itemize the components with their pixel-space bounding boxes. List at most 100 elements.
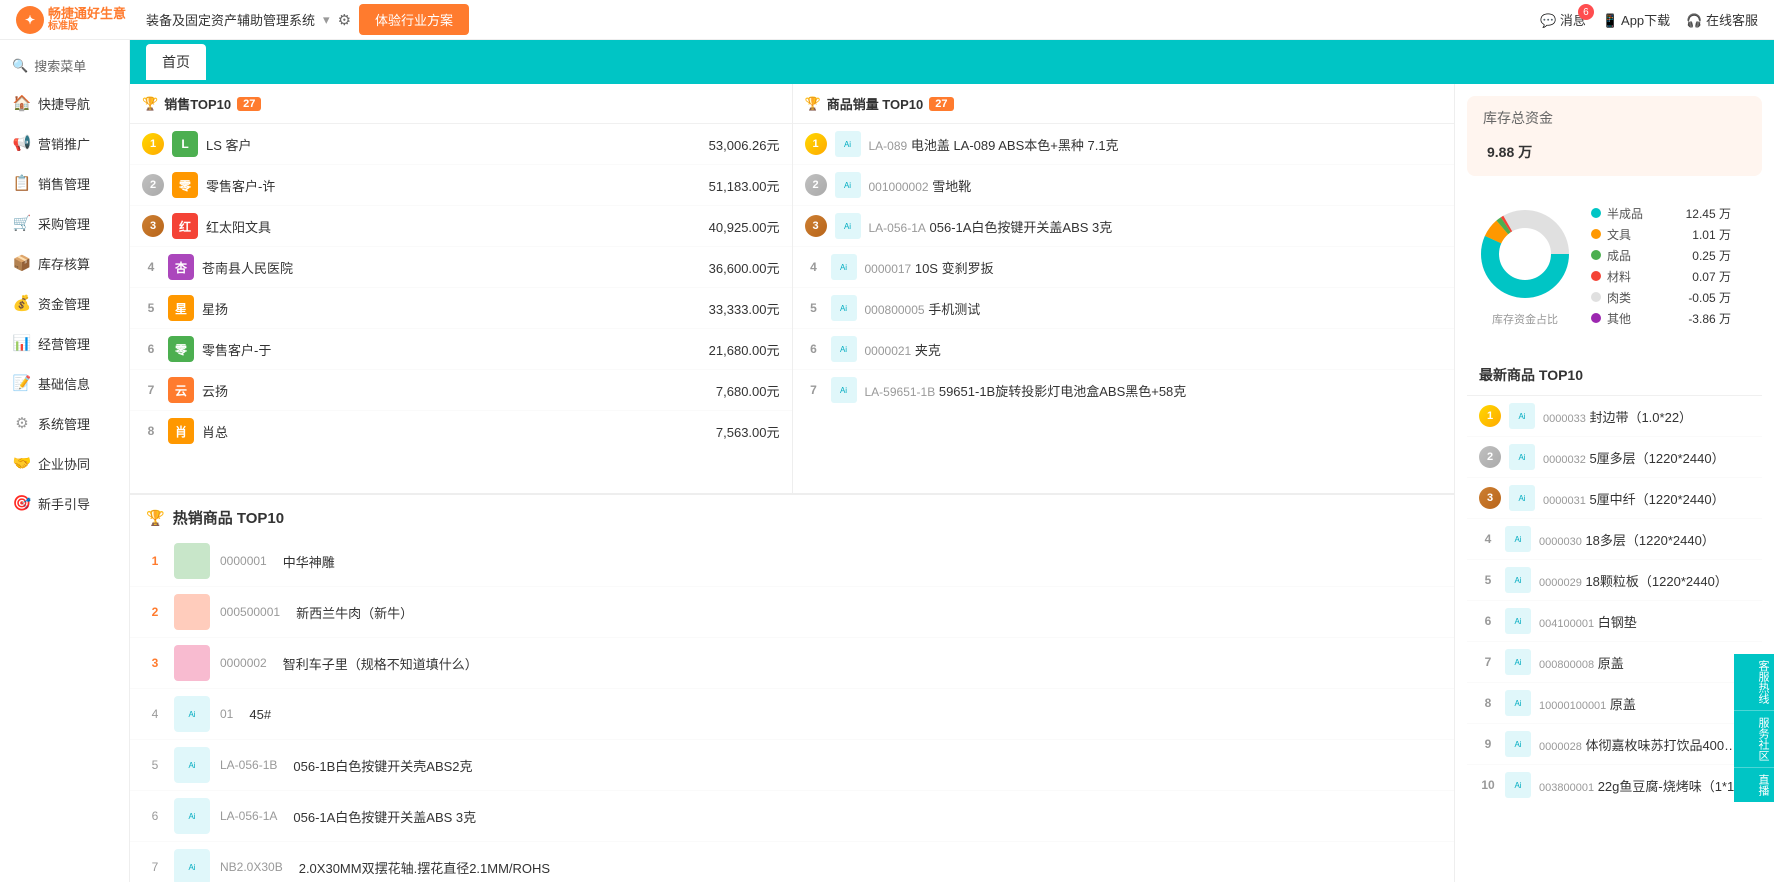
product-img: Ai — [1505, 731, 1531, 757]
topbar: ✦ 畅捷通好生意 标准版 装备及固定资产辅助管理系统 ▾ ⚙ 体验行业方案 💬 … — [0, 0, 1774, 40]
sidebar-item-inventory[interactable]: 📦 库存核算 — [0, 243, 129, 283]
inventory-amount: 9.88万 — [1483, 132, 1746, 164]
legend-item: 材料 0.07 万 — [1591, 268, 1731, 285]
legend-dot — [1591, 208, 1601, 218]
product-name: 中华神雕 — [283, 552, 335, 571]
product-code: LA-056-1B — [220, 758, 277, 772]
sidebar-item-basic-info[interactable]: 📝 基础信息 — [0, 363, 129, 403]
home-icon: 🏠 — [12, 93, 32, 113]
float-btn-live[interactable]: 直播 — [1734, 768, 1774, 802]
client-avatar: 星 — [168, 295, 194, 321]
list-item: 3 Ai 0000031 5厘中纤（1220*2440） — [1467, 478, 1762, 519]
legend-label: 文具 — [1607, 226, 1686, 243]
chart-icon: 📊 — [12, 333, 32, 353]
trophy-icon: 🏆 — [146, 509, 165, 527]
search-menu[interactable]: 🔍 搜索菜单 — [0, 48, 129, 83]
list-item: 4 杏 苍南县人民医院 36,600.00元 — [130, 247, 792, 288]
inventory-chart-card: 库存资金占比 半成品 12.45 万 文具 1.01 万 — [1467, 188, 1762, 343]
trial-button[interactable]: 体验行业方案 — [359, 4, 469, 35]
rank-num: 7 — [146, 860, 164, 874]
rank-num: 7 — [805, 383, 823, 397]
product-img: Ai — [1509, 403, 1535, 429]
products-sold-badge: 27 — [929, 97, 953, 111]
app-download[interactable]: 📱 App下载 — [1602, 10, 1670, 29]
sidebar-item-guide[interactable]: 🎯 新手引导 — [0, 483, 129, 523]
handshake-icon: 🤝 — [12, 453, 32, 473]
left-area: 🏆 销售TOP10 27 1 L LS 客户 53,006.26元 — [130, 84, 1454, 882]
dropdown-icon[interactable]: ▾ — [323, 12, 330, 28]
rank-num: 5 — [805, 301, 823, 315]
legend-value: 1.01 万 — [1692, 226, 1731, 243]
legend-value: 0.25 万 — [1692, 247, 1731, 264]
list-item: 7 Ai 000800008 原盖 — [1467, 642, 1762, 683]
legend-value: -3.86 万 — [1688, 310, 1731, 327]
page-main: 🏆 销售TOP10 27 1 L LS 客户 53,006.26元 — [130, 84, 1774, 882]
sidebar-item-purchase[interactable]: 🛒 采购管理 — [0, 203, 129, 243]
sidebar-item-finance[interactable]: 💰 资金管理 — [0, 283, 129, 323]
rank-num: 7 — [142, 383, 160, 397]
products-sold-header: 🏆 商品销量 TOP10 27 — [793, 84, 1455, 124]
legend-label: 肉类 — [1607, 289, 1682, 306]
legend-item: 其他 -3.86 万 — [1591, 310, 1731, 327]
legend-label: 半成品 — [1607, 205, 1680, 222]
hot-item: 6 Ai LA-056-1A 056-1A白色按键开关盖ABS 3克 — [130, 791, 1454, 842]
system-name: 装备及固定资产辅助管理系统 — [146, 10, 315, 29]
list-item: 2 零 零售客户-许 51,183.00元 — [130, 165, 792, 206]
settings-icon: ⚙ — [12, 413, 32, 433]
legend-label: 材料 — [1607, 268, 1686, 285]
product-name: 智利车子里（规格不知道填什么） — [283, 654, 478, 673]
products-sold-title: 商品销量 TOP10 — [827, 94, 924, 113]
product-img: Ai — [831, 295, 857, 321]
rank-num: 6 — [142, 342, 160, 356]
content-area: 首页 🏆 销售TOP10 27 1 — [130, 40, 1774, 882]
search-icon: 🔍 — [12, 58, 28, 74]
sidebar-item-operations[interactable]: 📊 经营管理 — [0, 323, 129, 363]
phone-icon: 📱 — [1602, 13, 1618, 28]
hot-products-panel: 🏆 热销商品 TOP10 1 0000001 中华神雕 2 — [130, 494, 1454, 882]
logo-text: 畅捷通好生意 标准版 — [48, 6, 126, 34]
product-img: Ai — [174, 798, 210, 834]
clients-top10-panel: 🏆 销售TOP10 27 1 L LS 客户 53,006.26元 — [130, 84, 793, 494]
info-icon: 📝 — [12, 373, 32, 393]
rank-num: 6 — [146, 809, 164, 823]
product-img: Ai — [1509, 444, 1535, 470]
box-icon: 📦 — [12, 253, 32, 273]
sidebar-item-label: 采购管理 — [38, 214, 90, 233]
sidebar-item-label: 系统管理 — [38, 414, 90, 433]
list-item: 5 Ai 000800005 手机测试 — [793, 288, 1455, 329]
sidebar-item-enterprise[interactable]: 🤝 企业协同 — [0, 443, 129, 483]
list-item: 4 Ai 0000017 10S 变刹罗扳 — [793, 247, 1455, 288]
list-item: 6 零 零售客户-于 21,680.00元 — [130, 329, 792, 370]
messages-badge[interactable]: 💬 消息 6 — [1540, 10, 1586, 29]
headset-icon: 🎧 — [1686, 13, 1702, 28]
upper-panels: 🏆 销售TOP10 27 1 L LS 客户 53,006.26元 — [130, 84, 1454, 494]
sidebar-item-sales[interactable]: 📋 销售管理 — [0, 163, 129, 203]
hot-item: 1 0000001 中华神雕 — [130, 536, 1454, 587]
logo-subtitle: 标准版 — [48, 21, 126, 33]
cart-icon: 🛒 — [12, 213, 32, 233]
nav-bar: 首页 — [130, 40, 1774, 84]
online-service[interactable]: 🎧 在线客服 — [1686, 10, 1758, 29]
product-img: Ai — [174, 849, 210, 882]
product-img: Ai — [831, 254, 857, 280]
sidebar-item-label: 营销推广 — [38, 134, 90, 153]
product-img: Ai — [1505, 608, 1531, 634]
float-btn-service[interactable]: 客服热线 — [1734, 654, 1774, 711]
client-name: 苍南县人民医院 — [202, 258, 701, 277]
rank-medal: 3 — [805, 215, 827, 237]
hot-item: 2 000500001 新西兰牛肉（新牛） — [130, 587, 1454, 638]
tab-home[interactable]: 首页 — [146, 44, 206, 80]
product-img: Ai — [1505, 567, 1531, 593]
rank-num: 3 — [146, 656, 164, 670]
medal-1: 1 — [142, 133, 164, 155]
clients-list: 1 L LS 客户 53,006.26元 2 零 零售客户-许 51,183.0… — [130, 124, 792, 451]
system-selector[interactable]: 装备及固定资产辅助管理系统 ▾ ⚙ — [146, 10, 351, 29]
legend-dot — [1591, 229, 1601, 239]
sidebar-item-marketing[interactable]: 📢 营销推广 — [0, 123, 129, 163]
sidebar-item-shortcuts[interactable]: 🏠 快捷导航 — [0, 83, 129, 123]
list-item: 1 Ai 0000033 封边带（1.0*22） — [1467, 396, 1762, 437]
float-btn-community[interactable]: 服务社区 — [1734, 711, 1774, 768]
sidebar-item-system[interactable]: ⚙ 系统管理 — [0, 403, 129, 443]
gear-icon[interactable]: ⚙ — [338, 11, 351, 29]
sidebar-item-label: 销售管理 — [38, 174, 90, 193]
